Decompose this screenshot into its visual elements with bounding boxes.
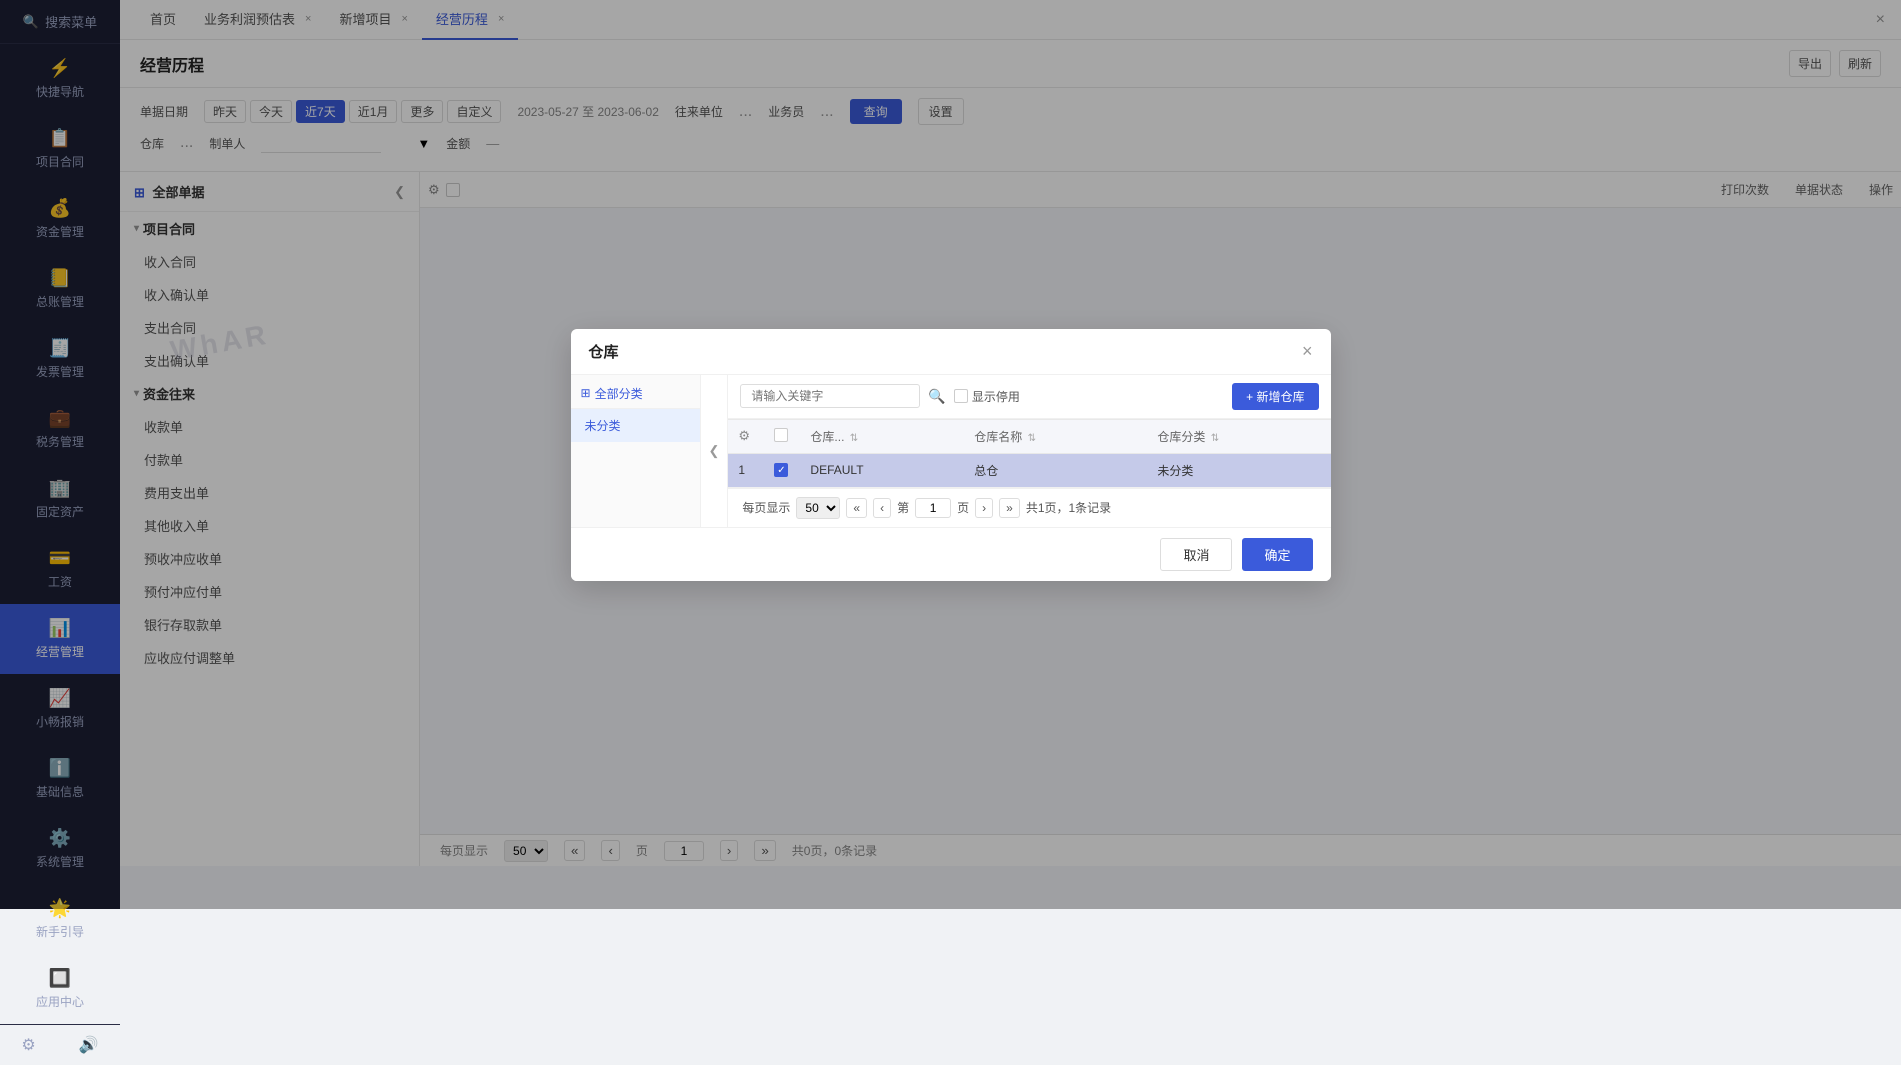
modal-page-unit: 页 — [957, 499, 969, 516]
table-row[interactable]: 1 ✓ DEFAULT 总仓 未分类 — [728, 453, 1330, 487]
modal-table-wrap: ⚙ 仓库... ⇅ 仓库名称 ⇅ — [728, 419, 1330, 488]
modal-page-input[interactable] — [915, 498, 951, 518]
modal-overlay: 仓库 × ⊞ 全部分类 未分类 ❮ 🔍 — [0, 0, 1901, 909]
row-no: 1 — [728, 453, 764, 487]
modal-confirm-area: 取消 确定 — [571, 527, 1331, 581]
modal-sidebar: ⊞ 全部分类 未分类 — [571, 375, 701, 527]
modal-table: ⚙ 仓库... ⇅ 仓库名称 ⇅ — [728, 419, 1330, 488]
col-checkbox-all[interactable] — [764, 419, 800, 453]
show-disabled-checkbox[interactable] — [954, 389, 968, 403]
sidebar-item-label: 应用中心 — [36, 993, 84, 1010]
sort-icon-code: ⇅ — [850, 433, 858, 444]
modal-main: 🔍 显示停用 + 新增仓库 ⚙ — [728, 375, 1330, 527]
modal-sidebar-uncategorized[interactable]: 未分类 — [571, 409, 700, 442]
modal-toolbar: 🔍 显示停用 + 新增仓库 — [728, 375, 1330, 419]
modal-search-area: 🔍 显示停用 — [740, 384, 1019, 408]
row-warehouse-name: 总仓 — [964, 453, 1147, 487]
sort-icon-category: ⇅ — [1211, 433, 1219, 444]
sidebar-bottom: ⚙ 🔊 — [0, 1024, 120, 1065]
warehouse-modal: 仓库 × ⊞ 全部分类 未分类 ❮ 🔍 — [571, 329, 1331, 581]
all-category-label: 全部分类 — [595, 385, 643, 402]
col-warehouse-category-label: 仓库分类 — [1157, 430, 1205, 444]
sort-icon-name: ⇅ — [1028, 433, 1036, 444]
header-checkbox[interactable] — [774, 428, 788, 442]
modal-per-page-label: 每页显示 — [742, 499, 790, 516]
show-disabled-label[interactable]: 显示停用 — [954, 388, 1020, 405]
col-warehouse-code[interactable]: 仓库... ⇅ — [800, 419, 964, 453]
modal-btn-area: 取消 确定 — [1160, 538, 1312, 571]
confirm-button[interactable]: 确定 — [1242, 538, 1312, 571]
add-warehouse-button[interactable]: + 新增仓库 — [1232, 383, 1318, 410]
modal-sidebar-collapse[interactable]: ❮ — [701, 375, 729, 527]
row-warehouse-code: DEFAULT — [800, 453, 964, 487]
cancel-button[interactable]: 取消 — [1160, 538, 1232, 571]
modal-footer-pagination: 每页显示 50 « ‹ 第 页 › » 共1页，1条记录 — [728, 488, 1330, 527]
modal-pagination: 每页显示 50 « ‹ 第 页 › » 共1页，1条记录 — [742, 497, 1111, 519]
modal-body: ⊞ 全部分类 未分类 ❮ 🔍 显示停用 — [571, 375, 1331, 527]
modal-per-page-select[interactable]: 50 — [796, 497, 840, 519]
modal-next-page[interactable]: › — [975, 498, 993, 518]
grid-icon-modal: ⊞ — [581, 386, 591, 400]
col-warehouse-category[interactable]: 仓库分类 ⇅ — [1147, 419, 1330, 453]
modal-first-page[interactable]: « — [846, 498, 867, 518]
modal-search-icon[interactable]: 🔍 — [928, 388, 945, 405]
modal-page-label: 第 — [897, 499, 909, 516]
col-warehouse-name-label: 仓库名称 — [974, 430, 1022, 444]
row-warehouse-category: 未分类 — [1147, 453, 1330, 487]
modal-prev-page[interactable]: ‹ — [873, 498, 891, 518]
col-gear[interactable]: ⚙ — [728, 419, 764, 453]
col-warehouse-code-label: 仓库... — [810, 430, 844, 444]
app-icon: 🔲 — [49, 968, 71, 989]
sidebar-item-label: 新手引导 — [36, 923, 84, 940]
col-warehouse-name[interactable]: 仓库名称 ⇅ — [964, 419, 1147, 453]
volume-icon[interactable]: 🔊 — [79, 1035, 99, 1055]
modal-title: 仓库 — [589, 341, 619, 362]
row-checkbox-cell[interactable]: ✓ — [764, 453, 800, 487]
sidebar-item-app-center[interactable]: 🔲 应用中心 — [0, 954, 120, 1024]
modal-close-button[interactable]: × — [1302, 341, 1313, 362]
modal-search-input[interactable] — [740, 384, 920, 408]
modal-sidebar-all-category[interactable]: ⊞ 全部分类 — [571, 375, 700, 409]
modal-total-label: 共1页，1条记录 — [1026, 499, 1111, 516]
modal-last-page[interactable]: » — [999, 498, 1020, 518]
modal-header: 仓库 × — [571, 329, 1331, 375]
show-disabled-text: 显示停用 — [972, 388, 1020, 405]
row-checkbox[interactable]: ✓ — [774, 463, 788, 477]
settings-icon[interactable]: ⚙ — [21, 1035, 35, 1055]
gear-icon-col: ⚙ — [738, 428, 750, 443]
